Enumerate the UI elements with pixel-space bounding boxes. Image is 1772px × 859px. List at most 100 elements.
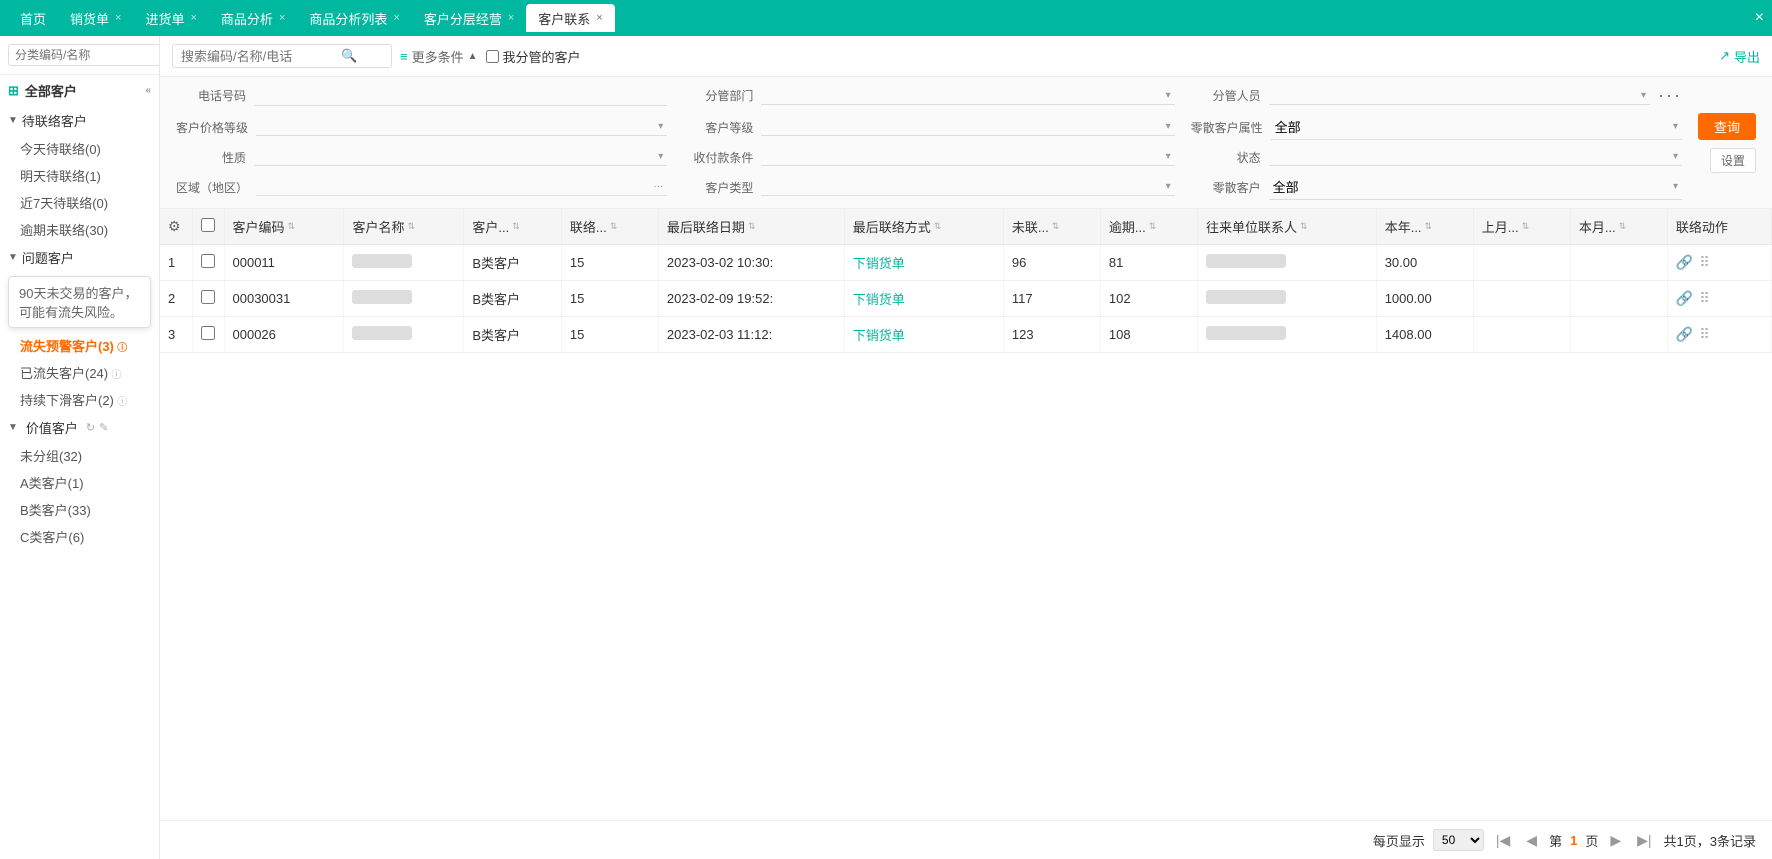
sidebar-item-overdue[interactable]: 逾期未联络(30) xyxy=(0,216,159,243)
close-icon[interactable]: × xyxy=(393,12,399,24)
sidebar-item-declining[interactable]: 持续下滑客户(2) ⓘ xyxy=(0,386,159,413)
last-method-link[interactable]: 下销货单 xyxy=(853,256,905,271)
th-overdue[interactable]: 逾期... ⇅ xyxy=(1100,209,1197,245)
tab-purchase[interactable]: 进货单 × xyxy=(133,4,208,32)
column-settings-icon[interactable]: ⚙ xyxy=(168,218,181,234)
th-type[interactable]: 客户... ⇅ xyxy=(464,209,561,245)
sidebar-group-pending[interactable]: ▼ 待联络客户 xyxy=(0,106,159,135)
sort-unlink[interactable]: 未联... ⇅ xyxy=(1012,217,1059,236)
sidebar-item-churn-warning[interactable]: 流失预警客户(3) ⓘ xyxy=(0,332,159,359)
link-action-icon[interactable]: 🔗 xyxy=(1676,254,1693,271)
sort-contact-person[interactable]: 往来单位联系人 ⇅ xyxy=(1206,217,1308,236)
edit-icon[interactable]: ✎ xyxy=(99,421,108,434)
more-filters-button[interactable]: ≡ 更多条件 ▲ xyxy=(400,47,478,66)
filter-nature-select[interactable]: ▾ xyxy=(254,148,667,166)
td-last-method-1[interactable]: 下销货单 xyxy=(844,245,1003,281)
sort-code[interactable]: 客户编码 ⇅ xyxy=(233,217,296,236)
sort-last-date[interactable]: 最后联络日期 ⇅ xyxy=(667,217,756,236)
last-method-link[interactable]: 下销货单 xyxy=(853,292,905,307)
more-action-icon[interactable]: ⠿ xyxy=(1699,326,1709,343)
link-action-icon[interactable]: 🔗 xyxy=(1676,326,1693,343)
sidebar-item-c-class[interactable]: C类客户(6) xyxy=(0,523,159,550)
tab-customer-layers[interactable]: 客户分层经营 × xyxy=(412,4,526,32)
row-checkbox[interactable] xyxy=(201,326,215,340)
sidebar-group-problems[interactable]: ▼ 问题客户 xyxy=(0,243,159,272)
tab-customer-contact[interactable]: 客户联系 × xyxy=(526,4,614,32)
th-unlink-days[interactable]: 未联... ⇅ xyxy=(1003,209,1100,245)
sidebar-item-b-class[interactable]: B类客户(33) xyxy=(0,496,159,523)
per-page-select[interactable]: 50 100 200 xyxy=(1433,829,1484,851)
window-close-button[interactable]: × xyxy=(1755,9,1764,27)
collapse-icon[interactable]: « xyxy=(145,85,151,96)
td-checkbox-2[interactable] xyxy=(192,281,224,317)
th-contact[interactable]: 联络... ⇅ xyxy=(561,209,658,245)
th-last-method[interactable]: 最后联络方式 ⇅ xyxy=(844,209,1003,245)
filter-scatter2-select[interactable]: 全部 ▾ xyxy=(1269,174,1682,200)
tab-analysis[interactable]: 商品分析 × xyxy=(209,4,297,32)
row-checkbox[interactable] xyxy=(201,290,215,304)
search-input[interactable] xyxy=(181,49,341,64)
close-icon[interactable]: × xyxy=(596,12,602,24)
export-button[interactable]: ↗ 导出 xyxy=(1719,47,1760,66)
next-page-button[interactable]: ▶ xyxy=(1606,832,1625,849)
td-checkbox-3[interactable] xyxy=(192,317,224,353)
sidebar-item-7days[interactable]: 近7天待联络(0) xyxy=(0,189,159,216)
select-all-checkbox[interactable] xyxy=(201,218,215,232)
td-last-method-3[interactable]: 下销货单 xyxy=(844,317,1003,353)
th-checkbox[interactable] xyxy=(192,209,224,245)
filter-region-select[interactable]: ··· xyxy=(256,178,667,196)
filter-manager-select[interactable]: ▾ xyxy=(1269,87,1650,105)
filter-type-select[interactable]: ▾ xyxy=(761,178,1174,196)
row-checkbox[interactable] xyxy=(201,254,215,268)
close-icon[interactable]: × xyxy=(279,12,285,24)
close-icon[interactable]: × xyxy=(190,12,196,24)
th-contact-person[interactable]: 往来单位联系人 ⇅ xyxy=(1197,209,1376,245)
filter-status-select[interactable]: ▾ xyxy=(1269,148,1682,166)
settings-button[interactable]: 设置 xyxy=(1710,148,1756,173)
tab-sales[interactable]: 销货单 × xyxy=(58,4,133,32)
last-method-link[interactable]: 下销货单 xyxy=(853,328,905,343)
sidebar-group-value[interactable]: ▼ 价值客户 ↻ ✎ xyxy=(0,413,159,442)
link-action-icon[interactable]: 🔗 xyxy=(1676,290,1693,307)
sort-this-month[interactable]: 本月... ⇅ xyxy=(1579,217,1626,236)
sidebar-item-today[interactable]: 今天待联络(0) xyxy=(0,135,159,162)
filter-price-select[interactable]: ▾ xyxy=(256,118,667,136)
td-checkbox-1[interactable] xyxy=(192,245,224,281)
close-icon[interactable]: × xyxy=(115,12,121,24)
sidebar-item-ungrouped[interactable]: 未分组(32) xyxy=(0,442,159,469)
sidebar-item-churned[interactable]: 已流失客户(24) ⓘ xyxy=(0,359,159,386)
sort-type[interactable]: 客户... ⇅ xyxy=(472,217,519,236)
search-icon[interactable]: 🔍 xyxy=(341,48,357,64)
th-last-date[interactable]: 最后联络日期 ⇅ xyxy=(658,209,844,245)
tab-home[interactable]: 首页 xyxy=(8,4,58,32)
sidebar-all-customers[interactable]: ⊞ 全部客户 « xyxy=(0,75,159,106)
td-last-method-2[interactable]: 下销货单 xyxy=(844,281,1003,317)
sort-last-method[interactable]: 最后联络方式 ⇅ xyxy=(853,217,942,236)
sidebar-item-tomorrow[interactable]: 明天待联络(1) xyxy=(0,162,159,189)
sidebar-search-input[interactable] xyxy=(8,44,160,66)
query-button[interactable]: 查询 xyxy=(1698,113,1756,140)
filter-phone-input[interactable] xyxy=(254,85,667,106)
my-customers-checkbox-label[interactable]: 我分管的客户 xyxy=(486,47,581,66)
first-page-button[interactable]: |◀ xyxy=(1492,832,1514,849)
close-icon[interactable]: × xyxy=(508,12,514,24)
last-page-button[interactable]: ▶| xyxy=(1633,832,1655,849)
th-this-month[interactable]: 本月... ⇅ xyxy=(1570,209,1667,245)
sort-name[interactable]: 客户名称 ⇅ xyxy=(352,217,415,236)
th-this-year[interactable]: 本年... ⇅ xyxy=(1376,209,1473,245)
sidebar-item-a-class[interactable]: A类客户(1) xyxy=(0,469,159,496)
th-settings[interactable]: ⚙ xyxy=(160,209,192,245)
sort-contact[interactable]: 联络... ⇅ xyxy=(570,217,617,236)
filter-level-select[interactable]: ▾ xyxy=(761,118,1174,136)
th-last-month[interactable]: 上月... ⇅ xyxy=(1473,209,1570,245)
prev-page-button[interactable]: ◀ xyxy=(1522,832,1541,849)
more-action-icon[interactable]: ⠿ xyxy=(1699,254,1709,271)
th-name[interactable]: 客户名称 ⇅ xyxy=(344,209,464,245)
sort-overdue[interactable]: 逾期... ⇅ xyxy=(1109,217,1156,236)
th-code[interactable]: 客户编码 ⇅ xyxy=(224,209,344,245)
filter-scatter-select[interactable]: 全部 ▾ xyxy=(1271,114,1682,140)
filter-dept-select[interactable]: ▾ xyxy=(761,87,1174,105)
filter-payment-select[interactable]: ▾ xyxy=(761,148,1174,166)
more-options-icon[interactable]: ··· xyxy=(1658,85,1682,106)
tab-analysis-list[interactable]: 商品分析列表 × xyxy=(297,4,411,32)
